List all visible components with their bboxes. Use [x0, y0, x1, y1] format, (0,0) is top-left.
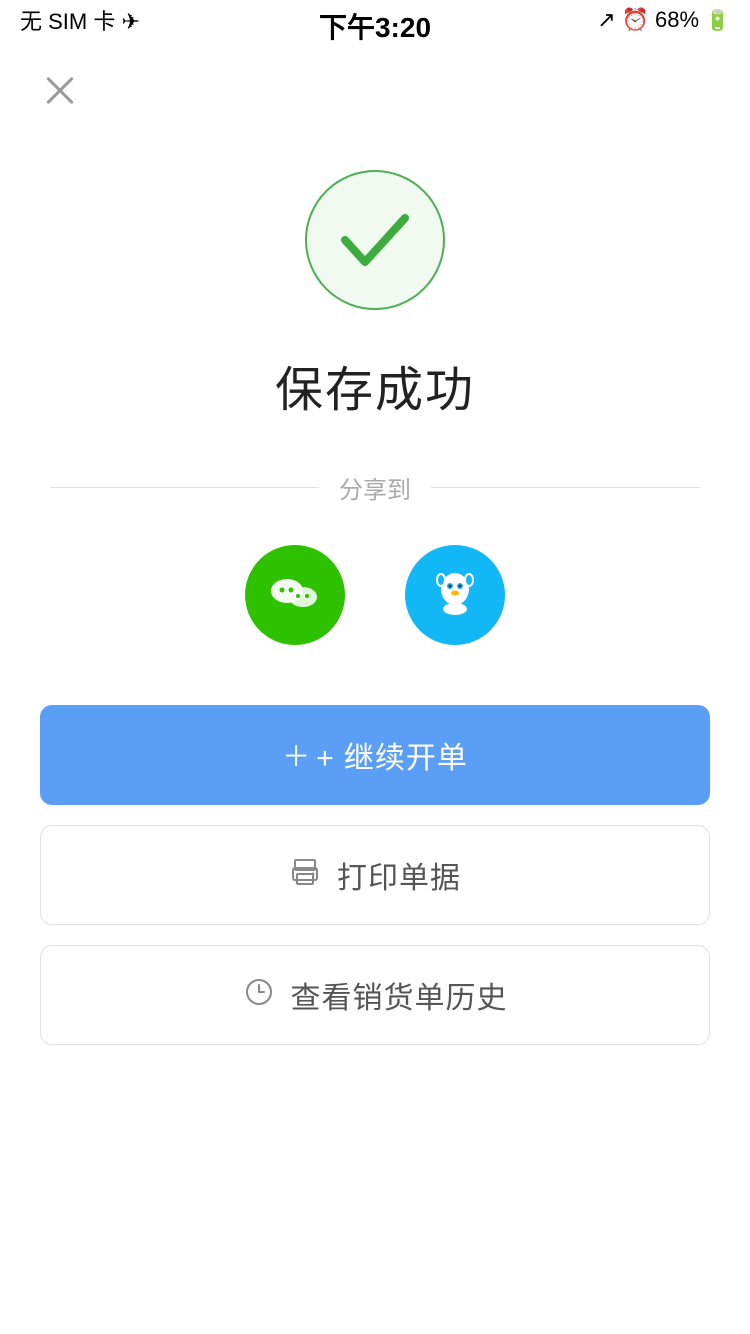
battery-icon: 🔋	[705, 8, 730, 33]
status-time: 下午3:20	[319, 6, 431, 46]
success-circle	[305, 170, 445, 310]
wechat-share-button[interactable]	[245, 545, 345, 645]
history-icon	[243, 976, 275, 1015]
success-title: 保存成功	[275, 350, 475, 420]
view-history-label: 查看销货单历史	[291, 973, 508, 1017]
print-receipt-button[interactable]: 打印单据	[40, 825, 710, 925]
divider-right	[431, 487, 700, 488]
share-divider-section: 分享到	[0, 470, 750, 505]
share-icons-container	[0, 545, 750, 645]
status-bar: 无 SIM 卡 ✈ 下午3:20 ↗ ⏰ 68% 🔋	[0, 0, 750, 40]
qq-share-button[interactable]	[405, 545, 505, 645]
close-button[interactable]	[30, 60, 90, 120]
divider-left	[50, 487, 319, 488]
location-icon: ↗	[597, 7, 615, 33]
no-sim-text: 无 SIM 卡 ✈	[20, 4, 140, 36]
qq-icon	[425, 565, 485, 625]
wechat-icon	[265, 565, 325, 625]
success-section: 保存成功	[0, 130, 750, 470]
print-receipt-label: 打印单据	[337, 853, 461, 897]
continue-order-label: + 继续开单	[316, 733, 468, 777]
alarm-icon: ⏰	[622, 7, 649, 33]
status-right: ↗ ⏰ 68% 🔋	[597, 7, 730, 33]
share-label: 分享到	[319, 470, 431, 505]
printer-icon	[289, 856, 321, 895]
checkmark-icon	[340, 210, 410, 270]
plus-icon: ＋	[282, 735, 310, 775]
view-history-button[interactable]: 查看销货单历史	[40, 945, 710, 1045]
action-buttons-container: ＋ + 继续开单 打印单据 查看销货单历史	[0, 705, 750, 1045]
continue-order-button[interactable]: ＋ + 继续开单	[40, 705, 710, 805]
battery-text: 68%	[655, 7, 699, 33]
status-left: 无 SIM 卡 ✈	[20, 4, 140, 36]
